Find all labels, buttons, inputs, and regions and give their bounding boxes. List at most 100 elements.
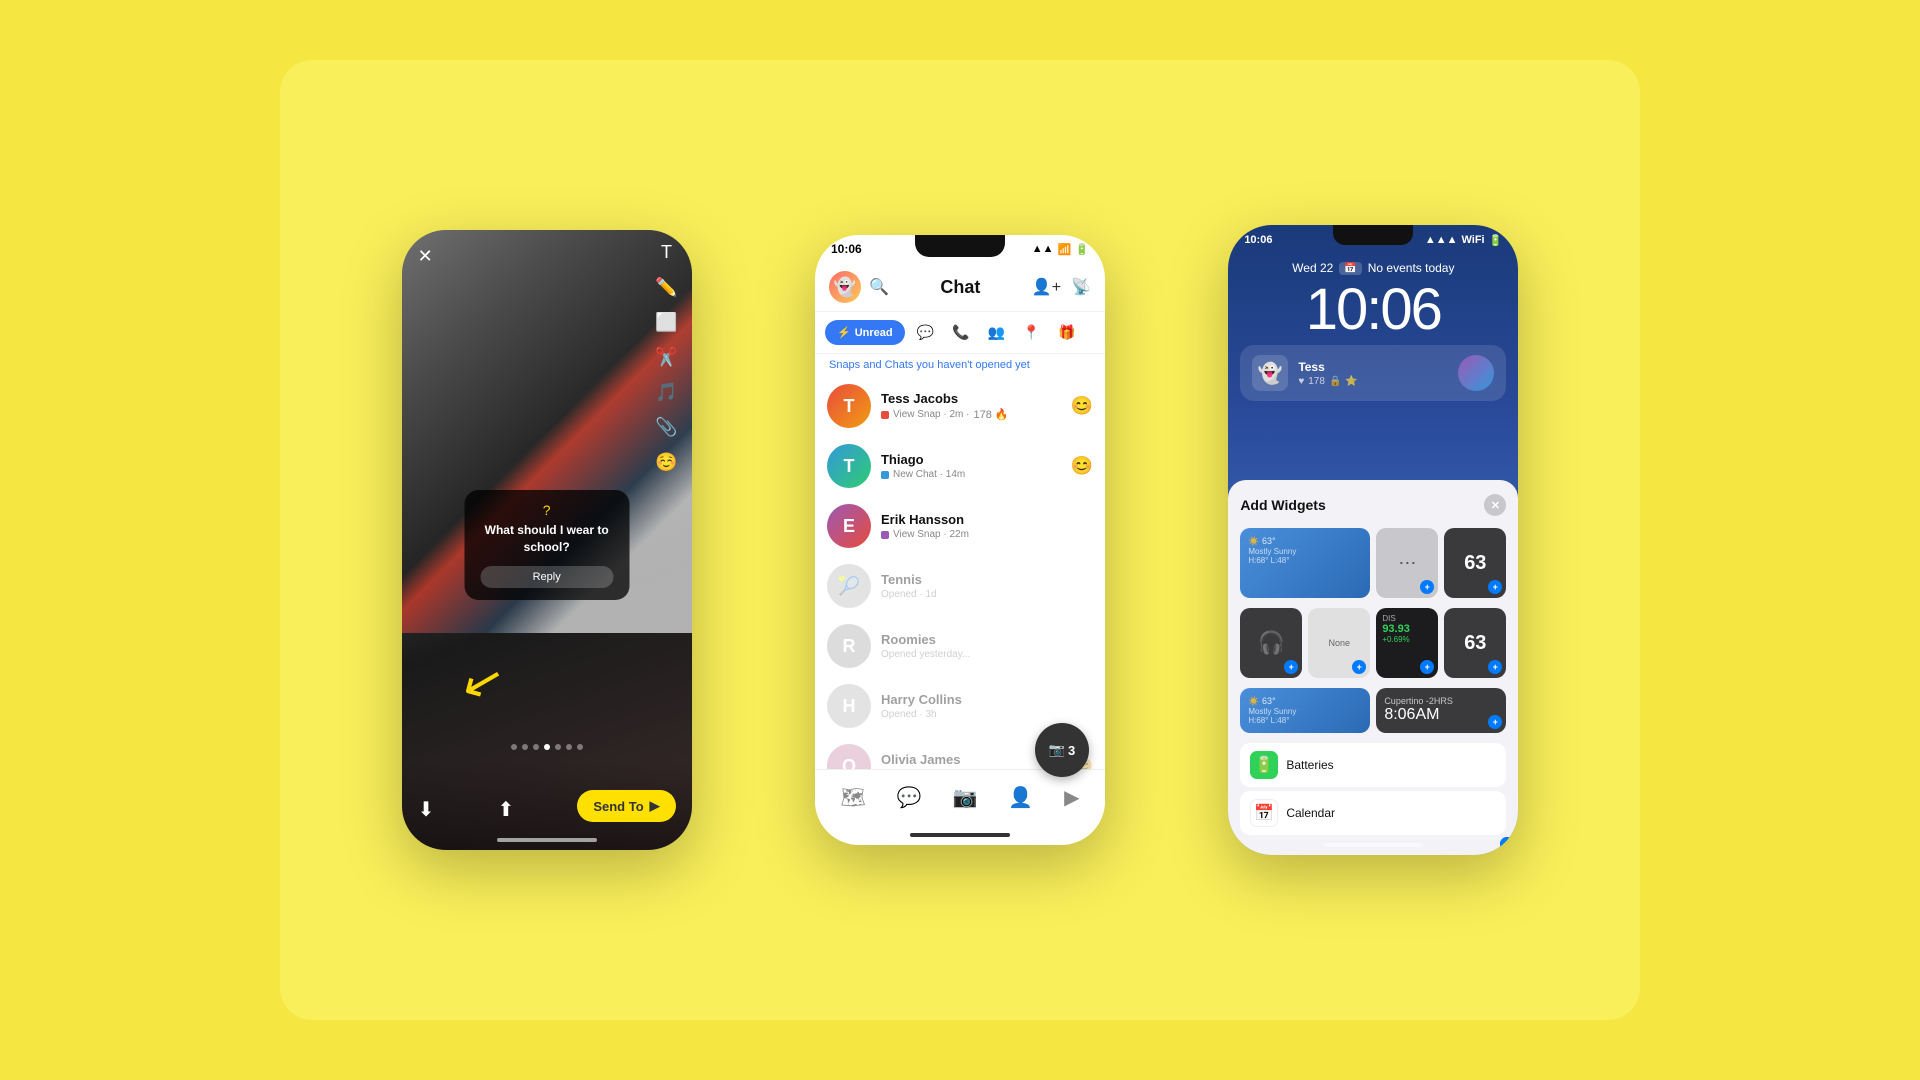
chat-info-harry: Harry Collins Opened · 3h (881, 692, 1093, 720)
chat-item-erik[interactable]: E Erik Hansson View Snap · 22m (815, 496, 1105, 556)
pen-tool[interactable]: ✏️ (655, 277, 677, 298)
cupertino-city: Cupertino -2HRS (1384, 696, 1498, 706)
action-thiago: New Chat · 14m (893, 469, 965, 480)
share-icon[interactable]: ⬆ (498, 797, 515, 822)
poll-card: ? What should I wear to school? Reply (464, 490, 629, 600)
add-weather2-button[interactable]: + (1500, 837, 1514, 851)
add-friend-icon[interactable]: 👤+ (1032, 277, 1061, 297)
stories-icon[interactable]: 📡 (1071, 277, 1091, 297)
story-toolbar: T ✏️ ⬜ ✂️ 🎵 📎 ☺️ (655, 242, 677, 473)
home-indicator (497, 838, 597, 842)
ios-battery-icon: 🔋 (1489, 234, 1503, 247)
weather-range: H:68° L:48° (1248, 556, 1362, 565)
name-tennis: Tennis (881, 572, 1093, 587)
widget-cupertino[interactable]: Cupertino -2HRS 8:06AM + (1376, 688, 1506, 733)
name-roomies: Roomies (881, 632, 1093, 647)
sub-erik: View Snap · 22m (881, 529, 1093, 540)
action-tennis: Opened · 1d (881, 589, 937, 600)
timer2-value: 63 (1464, 632, 1486, 655)
batteries-app-item[interactable]: 🔋 Batteries (1240, 743, 1506, 787)
add-timer-button[interactable]: + (1488, 580, 1502, 594)
widget-timer-2[interactable]: 63 + (1444, 608, 1506, 678)
send-to-button[interactable]: Send To ▶ (577, 790, 675, 822)
send-arrow-icon: ▶ (650, 798, 660, 814)
widget-grid-2: 🎧 + None + DIS 93.93 +0.69% + (1240, 608, 1506, 678)
add-timer2-button[interactable]: + (1488, 660, 1502, 674)
message-filter-button[interactable]: 💬 (911, 320, 940, 345)
notif-heart-icon: ♥ (1298, 376, 1304, 387)
batteries-app-icon: 🔋 (1250, 751, 1278, 779)
stocks-value: 93.93 (1382, 623, 1432, 635)
panel-close-button[interactable]: ✕ (1484, 494, 1506, 516)
widget-headphones[interactable]: 🎧 + (1240, 608, 1302, 678)
snap-notif-app-icon: 👻 (1252, 355, 1288, 391)
download-icon[interactable]: ⬇ (418, 797, 435, 822)
avatar-erik: E (827, 504, 871, 548)
link-tool[interactable]: 📎 (655, 417, 677, 438)
avatar-tess: T (827, 384, 871, 428)
name-thiago: Thiago (881, 452, 1093, 467)
chat-item-tess[interactable]: T Tess Jacobs View Snap · 2m · 178 🔥 😊 (815, 376, 1105, 436)
add-cupertino-button[interactable]: + (1488, 715, 1502, 729)
story-bottom-bar: ⬇ ⬆ Send To ▶ (402, 760, 692, 850)
panel-title: Add Widgets (1240, 497, 1325, 513)
camera-icon: 📷 (1049, 742, 1065, 758)
nav-discover[interactable]: ▶ (1056, 781, 1087, 814)
avatar-harry: H (827, 684, 871, 728)
sticker-tool[interactable]: ⬜ (655, 312, 677, 333)
add-small1-button[interactable]: + (1420, 580, 1434, 594)
weather2-temp: 63° (1262, 696, 1276, 706)
widget-weather-small[interactable]: ☀️ 63° Mostly Sunny H:68° L:48° + (1240, 688, 1370, 733)
avatar-olivia: O (827, 744, 871, 769)
search-button[interactable]: 🔍 (869, 277, 889, 297)
streak-tess: 178 🔥 (974, 408, 1009, 421)
widget-none[interactable]: None + (1308, 608, 1370, 678)
wifi-icon: ▲▲ (1032, 243, 1054, 255)
nav-camera[interactable]: 📷 (945, 781, 986, 814)
widget-stocks[interactable]: DIS 93.93 +0.69% + (1376, 608, 1438, 678)
widget-small-1[interactable]: ⋯ + (1376, 528, 1438, 598)
location-filter-button[interactable]: 📍 (1017, 320, 1046, 345)
add-headphones-button[interactable]: + (1284, 660, 1298, 674)
poll-icon: ? (480, 502, 613, 518)
widget-timer[interactable]: 63 + (1444, 528, 1506, 598)
chat-item-roomies[interactable]: R Roomies Opened yesterday... (815, 616, 1105, 676)
unread-icon: ⚡ (837, 326, 851, 339)
phone-2-chat: 10:06 ▲▲ 📶 🔋 👻 🔍 Chat 👤+ 📡 ⚡ Unread 💬 (815, 235, 1105, 845)
music-tool[interactable]: 🎵 (655, 382, 677, 403)
emoji-tool[interactable]: ☺️ (655, 452, 677, 473)
call-filter-button[interactable]: 📞 (946, 320, 975, 345)
weather-desc: Mostly Sunny (1248, 547, 1362, 556)
home-bar (910, 833, 1010, 837)
nav-chat[interactable]: 💬 (889, 781, 930, 814)
ios-notch (1333, 225, 1413, 245)
widget-weather-large[interactable]: ☀️ 63° Mostly Sunny H:68° L:48° + (1240, 528, 1370, 598)
timer-value: 63 (1464, 552, 1486, 575)
close-button[interactable]: ✕ (418, 246, 433, 267)
reply-button[interactable]: Reply (480, 566, 613, 588)
calendar-app-item[interactable]: 📅 Calendar (1240, 791, 1506, 835)
group-filter-button[interactable]: 👥 (981, 320, 1010, 345)
signal-icon: 📶 (1058, 243, 1072, 256)
text-tool[interactable]: T (655, 242, 677, 263)
add-stocks-button[interactable]: + (1420, 660, 1434, 674)
snap-notification[interactable]: 👻 Tess ♥ 178 🔒 ⭐ (1240, 345, 1506, 401)
camera-count: 3 (1068, 743, 1075, 758)
notif-lock-icon: 🔒 (1329, 376, 1341, 387)
camera-fab-button[interactable]: 📷 3 (1035, 723, 1089, 777)
gift-filter-button[interactable]: 🎁 (1052, 320, 1081, 345)
battery-icon: 🔋 (1075, 243, 1089, 256)
send-to-label: Send To (593, 799, 643, 814)
add-none-button[interactable]: + (1352, 660, 1366, 674)
nav-stories[interactable]: 👤 (1000, 781, 1041, 814)
chat-item-tennis[interactable]: 🎾 Tennis Opened · 1d (815, 556, 1105, 616)
weather2-range: H:68° L:48° (1248, 716, 1362, 725)
unread-filter-button[interactable]: ⚡ Unread (825, 320, 905, 345)
weather2-icon: ☀️ 63° (1248, 696, 1362, 707)
chat-item-thiago[interactable]: T Thiago New Chat · 14m 😊 (815, 436, 1105, 496)
big-time: 10:06 (1228, 281, 1518, 339)
nav-map[interactable]: 🗺 (832, 781, 873, 814)
scissors-tool[interactable]: ✂️ (655, 347, 677, 368)
action-harry: Opened · 3h (881, 709, 937, 720)
cupertino-time: 8:06AM (1384, 706, 1498, 724)
